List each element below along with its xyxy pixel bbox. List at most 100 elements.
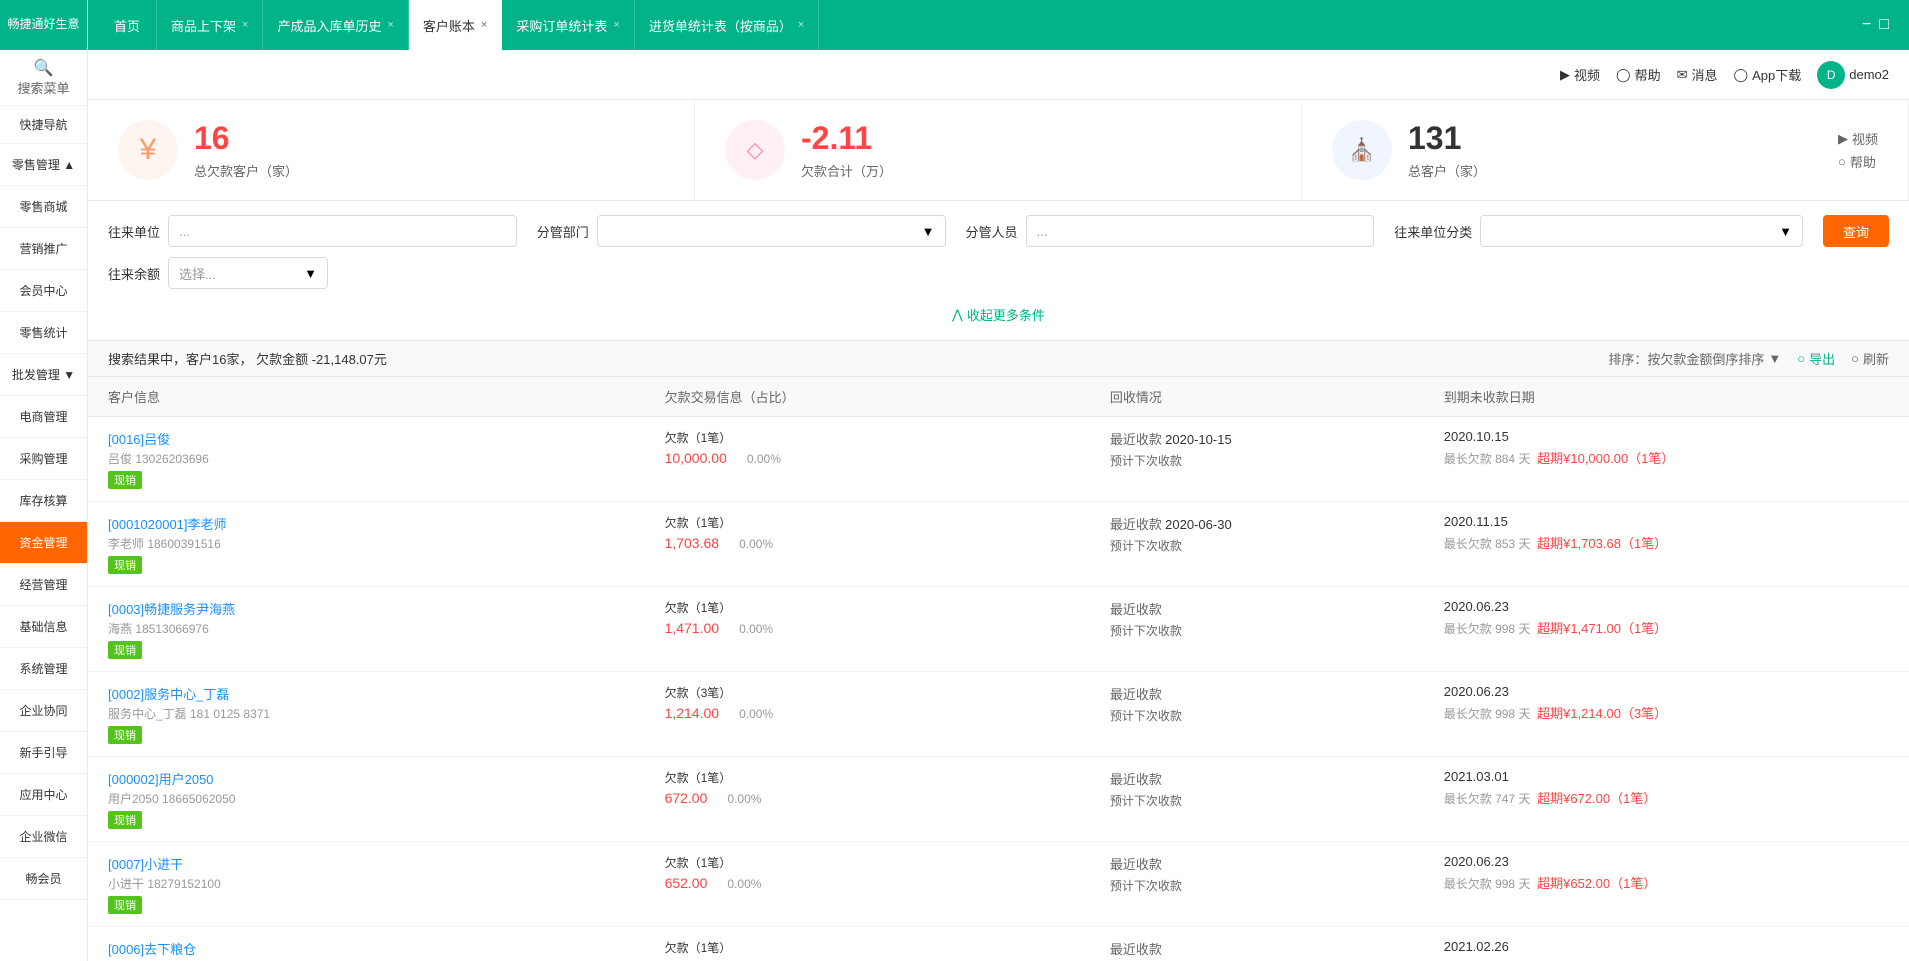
sidebar-item-basic[interactable]: 基础信息	[0, 606, 87, 648]
customer-tag-2: 现销	[108, 641, 142, 659]
refresh-button[interactable]: ○ 刷新	[1851, 349, 1889, 368]
category-select[interactable]: ▼	[1480, 215, 1803, 247]
debt-amount-0[interactable]: 10,000.00	[665, 450, 727, 466]
sidebar-item-marketing[interactable]: 营销推广	[0, 228, 87, 270]
overdue-link-3[interactable]: 超期¥1,214.00（3笔）	[1537, 706, 1667, 721]
message-action[interactable]: ✉ 消息	[1677, 65, 1718, 84]
overdue-link-2[interactable]: 超期¥1,471.00（1笔）	[1537, 621, 1667, 636]
dept-select[interactable]: ▼	[597, 215, 946, 247]
recover-last-5: 最近收款	[1110, 854, 1444, 873]
overdue-date-6: 2021.02.26	[1444, 939, 1889, 954]
overdue-link-4[interactable]: 超期¥672.00（1笔）	[1537, 791, 1656, 806]
app-download-action[interactable]: ◯ App下载	[1734, 65, 1802, 84]
sidebar-item-batch-mgmt[interactable]: 批发管理 ▼	[0, 354, 87, 396]
play-icon: ▶	[1838, 131, 1848, 147]
overdue-link-1[interactable]: 超期¥1,703.68（1笔）	[1537, 536, 1667, 551]
sidebar-item-member[interactable]: 会员中心	[0, 270, 87, 312]
dept-dropdown-icon: ▼	[922, 224, 935, 239]
customer-tag-3: 现销	[108, 726, 142, 744]
debt-ratio-5: 0.00%	[727, 877, 761, 891]
user-profile[interactable]: D demo2	[1817, 61, 1889, 89]
quick-nav[interactable]: 快捷导航	[0, 106, 87, 144]
filter-person-label: 分管人员	[966, 222, 1018, 241]
nav-tab-customer-account[interactable]: 客户账本 ×	[409, 0, 502, 50]
person-input[interactable]: ...	[1026, 215, 1375, 247]
filter-area: 往来单位 ... 分管部门 ▼ 分管人员 ... 往来单位分类	[88, 201, 1909, 341]
export-label: 导出	[1809, 349, 1835, 368]
app-logo[interactable]: 畅捷通好生意	[0, 0, 87, 50]
sidebar-item-retail-mall[interactable]: 零售商城	[0, 186, 87, 228]
customer-contact-0: 吕俊 13026203696	[108, 450, 665, 467]
table-row: [0001020001]李老师 李老师 18600391516 现销 欠款（1笔…	[88, 502, 1909, 587]
debt-amount-3[interactable]: 1,214.00	[665, 705, 720, 721]
nav-tab-purchase-order[interactable]: 采购订单统计表 ×	[502, 0, 634, 50]
debt-amount-4[interactable]: 672.00	[665, 790, 708, 806]
customer-name-0[interactable]: [0016]吕俊	[108, 429, 665, 448]
overdue-link-0[interactable]: 超期¥10,000.00（1笔）	[1537, 451, 1674, 466]
sidebar-item-wechat[interactable]: 企业微信	[0, 816, 87, 858]
window-minimize-icon[interactable]: −	[1862, 16, 1871, 34]
debt-cell-4: 欠款（1笔） 672.00 0.00%	[665, 769, 1110, 810]
filter-dept: 分管部门 ▼	[537, 215, 946, 247]
filter-row-1: 往来单位 ... 分管部门 ▼ 分管人员 ... 往来单位分类	[108, 215, 1889, 247]
debt-amount-5[interactable]: 652.00	[665, 875, 708, 891]
close-production-icon[interactable]: ×	[387, 19, 393, 31]
sidebar-item-finance[interactable]: 资金管理	[0, 522, 87, 564]
search-menu[interactable]: 🔍 搜索菜单	[0, 50, 87, 106]
supplier-input[interactable]: ...	[168, 215, 517, 247]
sidebar-item-operations[interactable]: 经营管理	[0, 564, 87, 606]
video-action[interactable]: ▶ 视频	[1560, 65, 1600, 84]
nav-tab-incoming-stat[interactable]: 进货单统计表（按商品）×	[635, 0, 819, 50]
customer-name-4[interactable]: [000002]用户2050	[108, 769, 665, 788]
close-products-icon[interactable]: ×	[242, 19, 248, 31]
sidebar-item-retail-stat[interactable]: 零售统计	[0, 312, 87, 354]
customer-name-3[interactable]: [0002]服务中心_丁磊	[108, 684, 665, 703]
stat-diamond-icon: ◇	[725, 120, 785, 180]
balance-select[interactable]: 选择... ▼	[168, 257, 328, 289]
sidebar-item-retail-mgmt[interactable]: 零售管理 ▲	[0, 144, 87, 186]
collapse-filter-btn[interactable]: ⋀ 收起更多条件	[108, 299, 1889, 330]
nav-tab-production[interactable]: 产成品入库单历史 ×	[263, 0, 408, 50]
customer-name-5[interactable]: [0007]小进干	[108, 854, 665, 873]
debt-ratio-2: 0.00%	[739, 622, 773, 636]
stat-debt-customers: ¥ 16 总欠款客户（家）	[88, 100, 695, 200]
overdue-link-5[interactable]: 超期¥652.00（1笔）	[1537, 876, 1656, 891]
export-button[interactable]: ○ 导出	[1797, 349, 1835, 368]
sidebar-item-guide[interactable]: 新手引导	[0, 732, 87, 774]
customer-name-2[interactable]: [0003]畅捷服务尹海燕	[108, 599, 665, 618]
help-link[interactable]: ○ 帮助	[1838, 152, 1878, 171]
nav-tab-home[interactable]: 首页	[98, 0, 157, 50]
sidebar-item-vip[interactable]: 畅会员	[0, 858, 87, 900]
customer-name-1[interactable]: [0001020001]李老师	[108, 514, 665, 533]
person-input-value: ...	[1037, 224, 1048, 239]
search-button[interactable]: 查询	[1823, 215, 1889, 247]
window-maximize-icon[interactable]: □	[1879, 16, 1889, 34]
filter-balance-label: 往来余额	[108, 264, 160, 283]
customer-contact-4: 用户2050 18665062050	[108, 790, 665, 807]
close-incoming-icon[interactable]: ×	[798, 19, 804, 31]
overdue-date-3: 2020.06.23	[1444, 684, 1889, 699]
customer-name-6[interactable]: [0006]去下粮仓	[108, 939, 665, 958]
debt-ratio-4: 0.00%	[727, 792, 761, 806]
sidebar-item-system[interactable]: 系统管理	[0, 648, 87, 690]
debt-amount-1[interactable]: 1,703.68	[665, 535, 720, 551]
table-row: [0006]去下粮仓 陈小希 现销 欠款（1笔） 455.90 0.00% 最近…	[88, 927, 1909, 961]
sort-control[interactable]: 排序：按欠款金额倒序排序 ▼	[1608, 349, 1781, 368]
sidebar-item-enterprise[interactable]: 企业协同	[0, 690, 87, 732]
stat-yuan-icon: ¥	[118, 120, 178, 180]
overdue-date-0: 2020.10.15	[1444, 429, 1889, 444]
recover-cell-1: 最近收款 2020-06-30 预计下次收款	[1110, 514, 1444, 554]
sidebar-item-purchase[interactable]: 采购管理	[0, 438, 87, 480]
debt-cell-0: 欠款（1笔） 10,000.00 0.00%	[665, 429, 1110, 470]
sidebar-item-inventory[interactable]: 库存核算	[0, 480, 87, 522]
debt-amount-2[interactable]: 1,471.00	[665, 620, 720, 636]
close-customer-icon[interactable]: ×	[481, 19, 487, 31]
recover-next-2: 预计下次收款	[1110, 622, 1444, 639]
sidebar-item-ecommerce[interactable]: 电商管理	[0, 396, 87, 438]
nav-tab-products[interactable]: 商品上下架 ×	[157, 0, 263, 50]
sidebar-item-apps[interactable]: 应用中心	[0, 774, 87, 816]
help-action[interactable]: ◯ 帮助	[1616, 65, 1661, 84]
close-purchase-icon[interactable]: ×	[613, 19, 619, 31]
customer-tag-1: 现销	[108, 556, 142, 574]
video-help-link[interactable]: ▶ 视频	[1838, 129, 1878, 148]
